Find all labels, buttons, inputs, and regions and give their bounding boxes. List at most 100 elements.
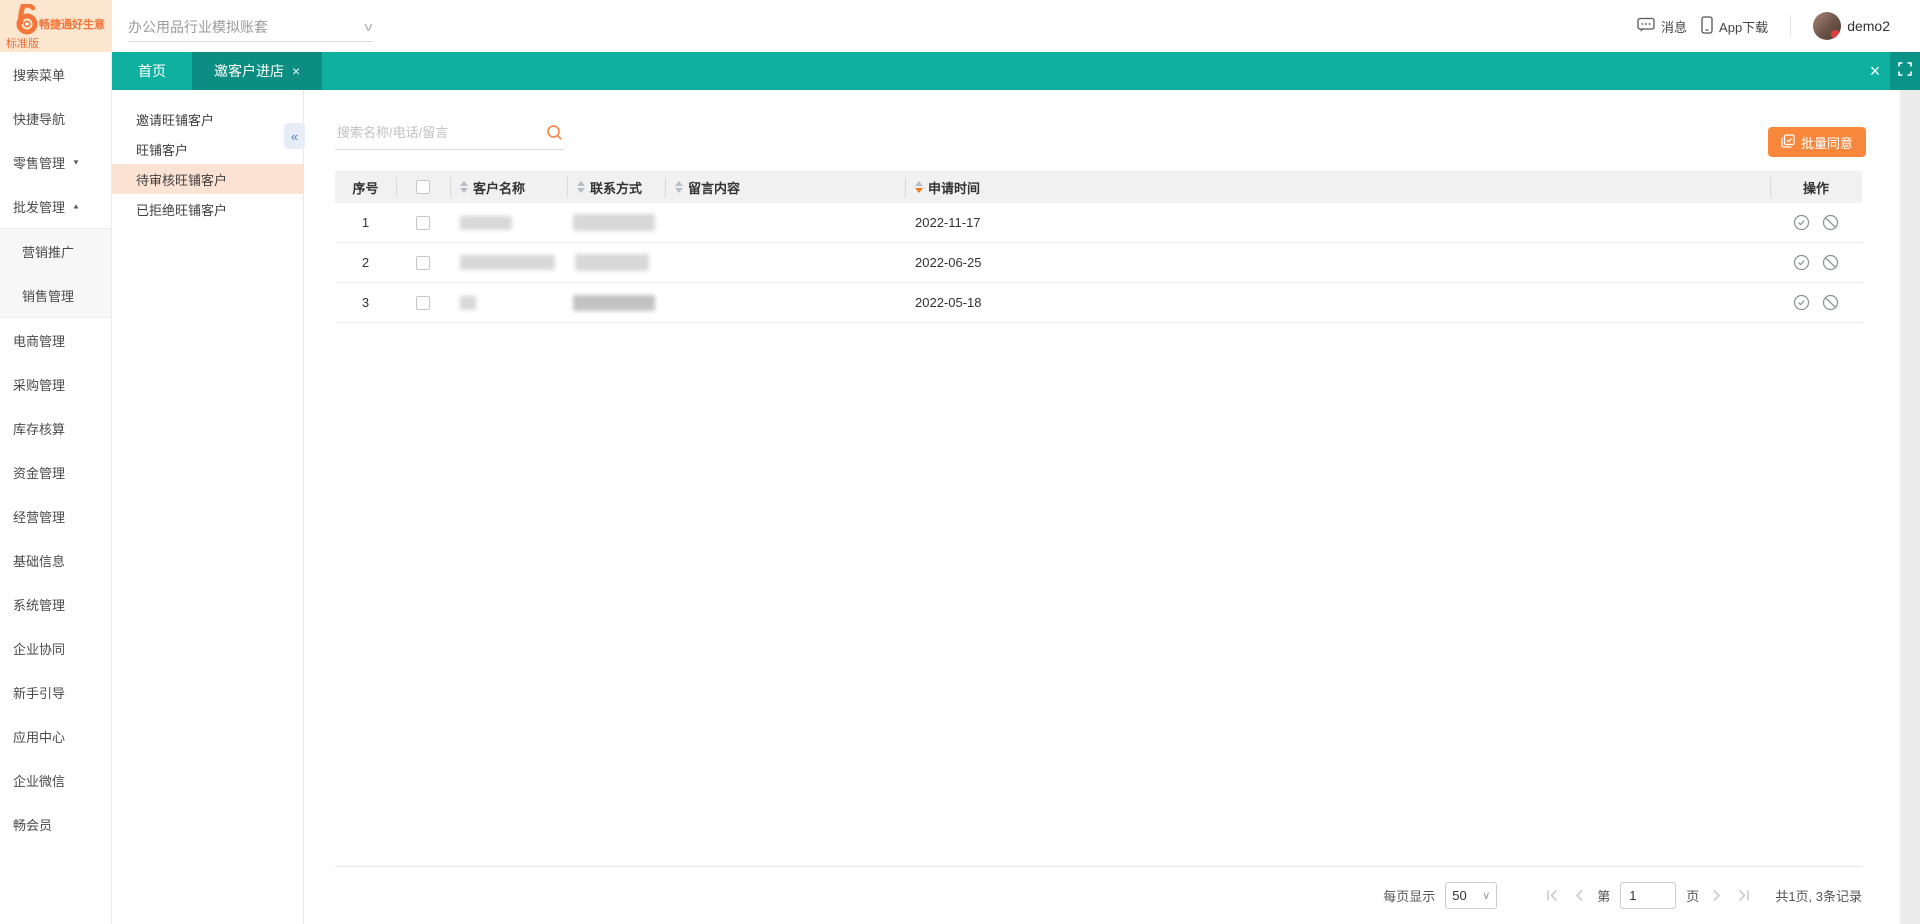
search-input[interactable]: [335, 116, 565, 149]
sidebar-item-inventory-accounting[interactable]: 库存核算: [0, 406, 111, 450]
close-icon: ×: [1869, 61, 1881, 81]
col-header-contact[interactable]: 联系方式: [567, 171, 665, 203]
next-page-button[interactable]: [1703, 889, 1730, 902]
batch-approve-label: 批量同意: [1800, 135, 1853, 151]
col-header-message[interactable]: 留言内容: [665, 171, 905, 203]
submenu-item-invite-shop-customers[interactable]: 邀请旺铺客户: [112, 104, 303, 134]
select-all-checkbox[interactable]: [416, 180, 430, 194]
avatar: [1813, 12, 1842, 40]
sort-icon[interactable]: [675, 181, 683, 193]
cell-apply-date: 2022-05-18: [905, 283, 1770, 323]
per-page-label: 每页显示: [1383, 888, 1436, 904]
app-download-button[interactable]: App下载: [1701, 15, 1768, 37]
redacted-text: [575, 254, 649, 271]
prev-page-button[interactable]: [1566, 889, 1593, 902]
close-all-tabs-button[interactable]: ×: [1860, 52, 1890, 90]
sidebar-item-enterprise-wechat[interactable]: 企业微信: [0, 758, 111, 802]
redacted-text: [460, 295, 476, 310]
sidebar-item-marketing-promo[interactable]: 营销推广: [0, 229, 111, 273]
reject-button[interactable]: [1816, 294, 1845, 311]
collapse-panel-button[interactable]: «: [284, 123, 305, 149]
batch-approve-button[interactable]: 批量同意: [1768, 127, 1866, 157]
sidebar-item-wholesale-mgmt[interactable]: 批发管理 ▲: [0, 184, 111, 228]
sidebar-item-system-mgmt[interactable]: 系统管理: [0, 582, 111, 626]
col-header-index: 序号: [352, 180, 379, 196]
page-label-after: 页: [1686, 888, 1700, 904]
fullscreen-button[interactable]: [1890, 52, 1920, 90]
submenu-item-pending-shop-customers[interactable]: 待审核旺铺客户: [112, 164, 303, 194]
col-header-apply-date[interactable]: 申请时间: [905, 171, 1770, 203]
cell-contact: [567, 203, 665, 243]
submenu-item-rejected-shop-customers[interactable]: 已拒绝旺铺客户: [112, 194, 303, 224]
redacted-text: [573, 294, 655, 311]
last-page-button[interactable]: [1730, 889, 1757, 902]
scrollbar-track[interactable]: [1900, 90, 1920, 924]
divider: [1790, 15, 1792, 37]
sidebar-item-retail-mgmt[interactable]: 零售管理 ▼: [0, 140, 111, 184]
sort-icon[interactable]: [577, 181, 585, 193]
user-menu[interactable]: demo2: [1813, 12, 1890, 40]
caret-up-icon: ▲: [72, 201, 80, 211]
tab-close-icon[interactable]: ×: [292, 63, 300, 79]
col-header-name[interactable]: 客户名称: [450, 171, 567, 203]
cell-actions: [1770, 283, 1862, 323]
page-label-before: 第: [1597, 888, 1611, 904]
messages-label: 消息: [1661, 19, 1688, 35]
tab-bar: 首页 邀客户进店 × ×: [112, 52, 1920, 90]
sidebar-item-operation-mgmt[interactable]: 经营管理: [0, 494, 111, 538]
page-number-input[interactable]: [1620, 881, 1677, 909]
sidebar-item-app-center[interactable]: 应用中心: [0, 714, 111, 758]
sidebar-item-enterprise-collab[interactable]: 企业协同: [0, 626, 111, 670]
cell-apply-date: 2022-11-17: [905, 203, 1770, 243]
sidebar-item-ecommerce-mgmt[interactable]: 电商管理: [0, 318, 111, 362]
account-book-select[interactable]: 办公用品行业模拟账套 ∨: [128, 12, 375, 42]
submenu-item-shop-customers[interactable]: 旺铺客户: [112, 134, 303, 164]
message-bubble-icon: [1637, 17, 1655, 36]
cell-customer-name: [450, 203, 567, 243]
table-row: 2 2022-06-25: [335, 243, 1862, 283]
sidebar-item-sales-mgmt[interactable]: 销售管理: [0, 273, 111, 317]
sidebar-item-beginner-guide[interactable]: 新手引导: [0, 670, 111, 714]
cell-customer-name: [450, 243, 567, 283]
per-page-value: 50: [1452, 887, 1467, 903]
table-footer-divider: [335, 866, 1862, 867]
cell-index: 2: [335, 243, 396, 283]
sidebar-item-search-menu[interactable]: 搜索菜单: [0, 52, 111, 96]
pending-customers-table: 序号 客户名称 联系方式 留言内容 申请时间 操作 1 2022-11-17 2…: [335, 171, 1862, 323]
messages-button[interactable]: 消息: [1637, 17, 1687, 36]
approve-button[interactable]: [1787, 214, 1816, 231]
tab-invite-customers[interactable]: 邀客户进店 ×: [192, 52, 323, 90]
search-field-wrap: [335, 116, 565, 150]
row-checkbox[interactable]: [416, 295, 430, 310]
sidebar-item-basic-info[interactable]: 基础信息: [0, 538, 111, 582]
approve-button[interactable]: [1787, 254, 1816, 271]
redacted-text: [573, 214, 655, 231]
col-header-checkbox: [396, 171, 450, 203]
sort-icon[interactable]: [460, 181, 468, 193]
brand-edition: 标准版: [6, 38, 39, 50]
cell-contact: [567, 283, 665, 323]
sidebar-item-purchase-mgmt[interactable]: 采购管理: [0, 362, 111, 406]
reject-button[interactable]: [1816, 214, 1845, 231]
cell-message: [665, 243, 905, 283]
col-header-actions: 操作: [1770, 171, 1862, 203]
reject-button[interactable]: [1816, 254, 1845, 271]
tab-home[interactable]: 首页: [112, 52, 192, 90]
sidebar-item-chang-member[interactable]: 畅会员: [0, 802, 111, 846]
approve-button[interactable]: [1787, 294, 1816, 311]
account-book-label: 办公用品行业模拟账套: [128, 18, 268, 35]
first-page-button[interactable]: [1539, 889, 1566, 902]
row-checkbox[interactable]: [416, 215, 430, 230]
caret-down-icon: ▼: [72, 157, 80, 167]
sort-icon-active-desc[interactable]: [915, 181, 923, 193]
per-page-select[interactable]: 50 ∨: [1445, 881, 1498, 909]
cell-index: 3: [335, 283, 396, 323]
search-icon[interactable]: [546, 124, 563, 146]
double-chevron-left-icon: «: [290, 128, 299, 144]
row-checkbox[interactable]: [416, 255, 430, 270]
sidebar-item-quick-nav[interactable]: 快捷导航: [0, 96, 111, 140]
cell-message: [665, 203, 905, 243]
sidebar-item-funds-mgmt[interactable]: 资金管理: [0, 450, 111, 494]
brand-logo-block: 畅捷通好生意 标准版: [0, 0, 112, 52]
app-window: 畅捷通好生意 标准版 办公用品行业模拟账套 ∨ 消息 App下载 demo2 首…: [0, 0, 1920, 924]
